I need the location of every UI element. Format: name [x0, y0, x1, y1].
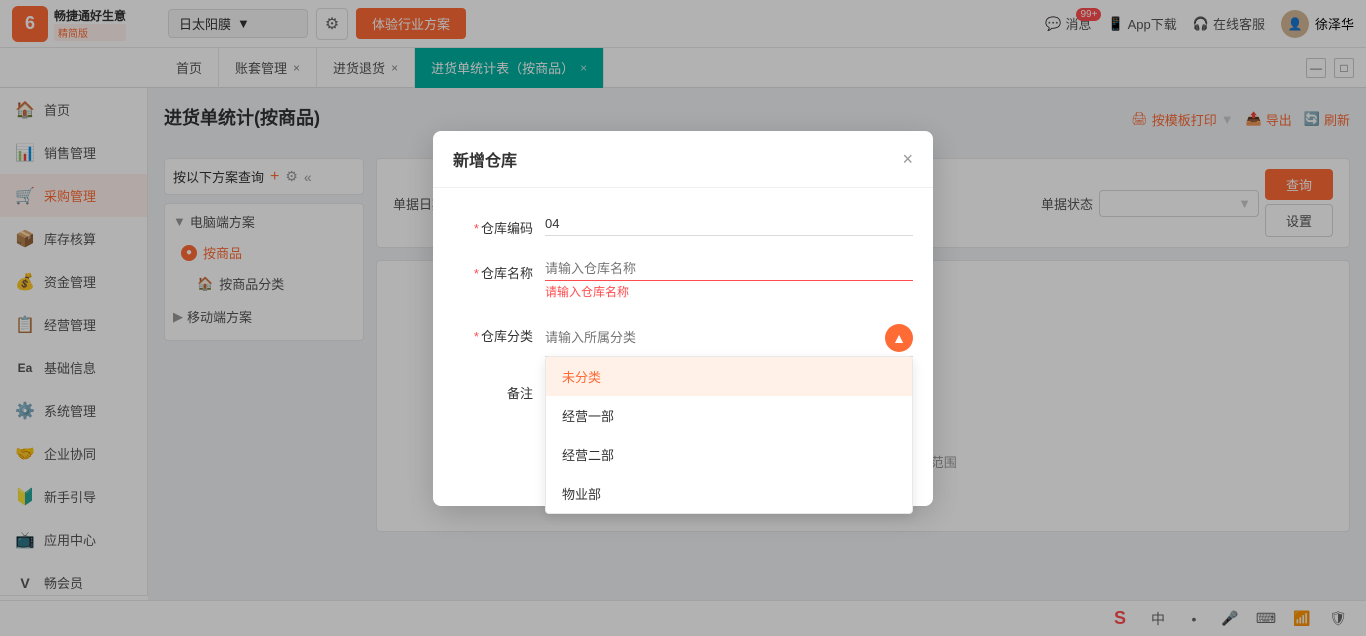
- category-input[interactable]: [545, 330, 885, 345]
- dropdown-item-uncategorized[interactable]: 未分类: [546, 357, 912, 396]
- modal-overlay[interactable]: 新增仓库 × *仓库编码 *仓库名称 请输入仓库名称: [0, 0, 1366, 636]
- code-label: *仓库编码: [453, 212, 533, 237]
- category-toggle-btn[interactable]: ▲: [885, 324, 913, 352]
- category-dropdown: 未分类 经营一部 经营二部 物业部: [545, 356, 913, 514]
- dropdown-item-dept2[interactable]: 经营二部: [546, 435, 912, 474]
- modal-body: *仓库编码 *仓库名称 请输入仓库名称 *仓库分类: [433, 188, 933, 438]
- modal: 新增仓库 × *仓库编码 *仓库名称 请输入仓库名称: [433, 131, 933, 506]
- name-label: *仓库名称: [453, 257, 533, 282]
- name-error-msg: 请输入仓库名称: [545, 283, 913, 300]
- category-field-wrapper: ▲ 未分类 经营一部 经营二部 物业部: [545, 320, 913, 357]
- form-row-category: *仓库分类 ▲ 未分类 经营一部 经营二部 物业部: [453, 320, 913, 357]
- form-row-name: *仓库名称 请输入仓库名称: [453, 257, 913, 300]
- remark-label: 备注: [453, 377, 533, 402]
- category-label: *仓库分类: [453, 320, 533, 345]
- form-row-code: *仓库编码: [453, 212, 913, 237]
- code-input[interactable]: [545, 212, 913, 236]
- dropdown-item-property[interactable]: 物业部: [546, 474, 912, 513]
- modal-header: 新增仓库 ×: [433, 131, 933, 188]
- modal-close-btn[interactable]: ×: [902, 150, 913, 168]
- category-input-row: ▲: [545, 320, 913, 357]
- name-input[interactable]: [545, 257, 913, 281]
- dropdown-item-dept1[interactable]: 经营一部: [546, 396, 912, 435]
- modal-title: 新增仓库: [453, 147, 517, 171]
- name-field-wrapper: 请输入仓库名称: [545, 257, 913, 300]
